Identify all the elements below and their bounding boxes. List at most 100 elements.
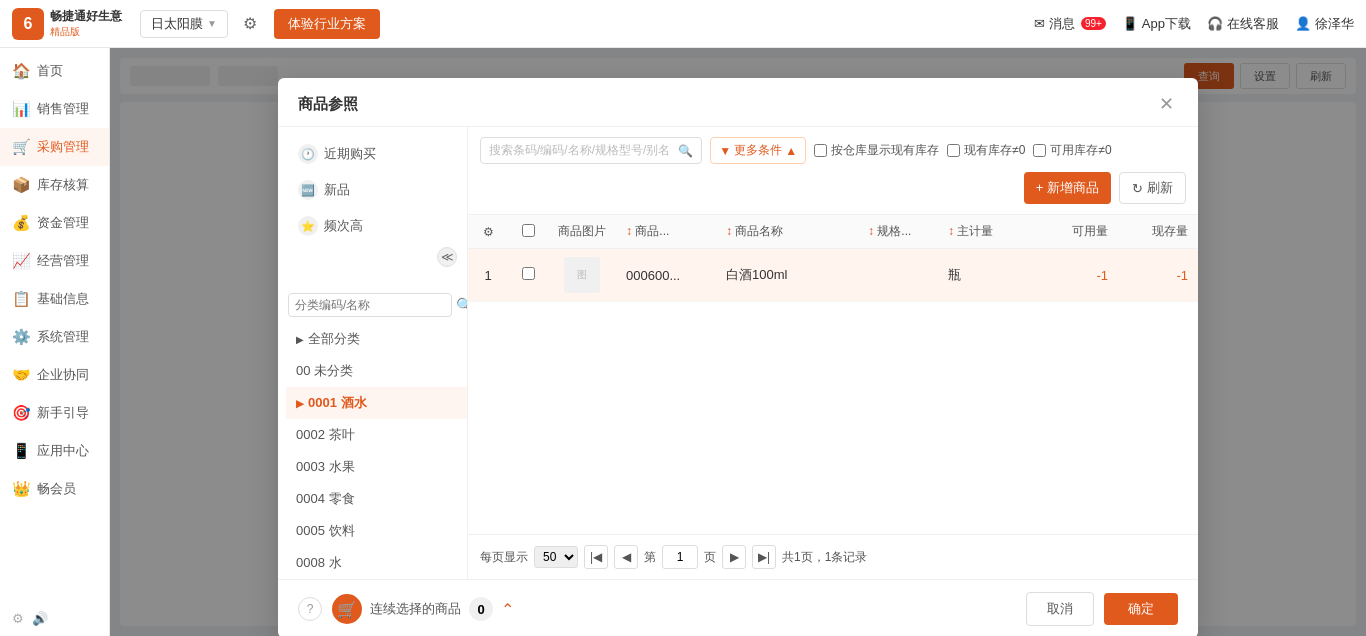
filter-tab-new[interactable]: 🆕 新品: [288, 173, 457, 207]
collapse-footer-icon[interactable]: ⌃: [501, 600, 514, 619]
cat-item-all[interactable]: ▶ 全部分类: [286, 323, 467, 355]
usable-stock-checkbox[interactable]: [1033, 144, 1046, 157]
product-table-wrap: ⚙ 商品图片: [468, 215, 1198, 534]
settings-icon[interactable]: ⚙: [234, 8, 266, 40]
row-img-cell: 图: [548, 249, 616, 302]
sidebar-item-guide[interactable]: 🎯 新手引导: [0, 394, 109, 432]
cat-item-0008[interactable]: 0008 水: [286, 547, 467, 579]
product-search-bar[interactable]: 搜索条码/编码/名称/规格型号/别名 🔍: [480, 137, 702, 164]
modal-close-button[interactable]: ✕: [1154, 92, 1178, 116]
basic-info-icon: 📋: [12, 290, 31, 308]
gear-icon[interactable]: ⚙: [483, 225, 494, 239]
filter-tab-recent[interactable]: 🕐 近期购买: [288, 137, 457, 171]
row-num: 1: [468, 249, 508, 302]
table-body: 1 图 000600... 白酒100ml: [468, 249, 1198, 302]
pagination: 每页显示 50 |◀ ◀ 第 页 ▶ ▶| 共1页，1条记录: [468, 534, 1198, 579]
trial-btn[interactable]: 体验行业方案: [274, 9, 380, 39]
store-selector[interactable]: 日太阳膜 ▼: [140, 10, 228, 38]
modal-title: 商品参照: [298, 95, 358, 114]
cat-item-0003[interactable]: 0003 水果: [286, 451, 467, 483]
nav-app-download[interactable]: 📱 App下载: [1122, 15, 1191, 33]
page-label: 第: [644, 549, 656, 566]
sidebar-item-basic-info[interactable]: 📋 基础信息: [0, 280, 109, 318]
refresh-button[interactable]: ↻ 刷新: [1119, 172, 1186, 204]
sidebar-item-apps[interactable]: 📱 应用中心: [0, 432, 109, 470]
filter-icon: ▼: [719, 144, 731, 158]
help-icon[interactable]: ?: [298, 597, 322, 621]
has-stock-checkbox[interactable]: [947, 144, 960, 157]
usable-stock-checkbox-label[interactable]: 可用库存≠0: [1033, 142, 1111, 159]
prev-page-btn[interactable]: ◀: [614, 545, 638, 569]
select-all-checkbox[interactable]: [522, 224, 535, 237]
th-name: ↕ 商品名称: [716, 215, 858, 249]
sidebar-bottom: ⚙ 🔊: [0, 601, 109, 636]
sidebar-item-collaboration[interactable]: 🤝 企业协同: [0, 356, 109, 394]
row-checkbox-cell: [508, 249, 548, 302]
search-placeholder-text: 搜索条码/编码/名称/规格型号/别名: [489, 142, 670, 159]
product-image: 图: [564, 257, 600, 293]
filter-tab-frequent[interactable]: ⭐ 频次高: [288, 209, 457, 243]
cat-item-0001[interactable]: ▶ 0001 酒水: [286, 387, 467, 419]
apps-icon: 📱: [12, 442, 31, 460]
page-input[interactable]: [662, 545, 698, 569]
sidebar-item-member[interactable]: 👑 畅会员: [0, 470, 109, 508]
purchase-icon: 🛒: [12, 138, 31, 156]
add-product-button[interactable]: + 新增商品: [1024, 172, 1111, 204]
logo-icon: 6: [12, 8, 44, 40]
cancel-button[interactable]: 取消: [1026, 592, 1094, 626]
modal-overlay: 商品参照 ✕ 🕐 近期购买 🆕: [110, 48, 1366, 636]
row-name: 白酒100ml: [716, 249, 858, 302]
sort-icon: ↕: [626, 224, 632, 238]
row-spec: [858, 249, 938, 302]
sidebar-item-purchase[interactable]: 🛒 采购管理: [0, 128, 109, 166]
sidebar-item-home[interactable]: 🏠 首页: [0, 52, 109, 90]
has-stock-checkbox-label[interactable]: 现有库存≠0: [947, 142, 1025, 159]
inventory-icon: 📦: [12, 176, 31, 194]
layout: 🏠 首页 📊 销售管理 🛒 采购管理 📦 库存核算 💰 资金管理 📈 经营管理 …: [0, 48, 1366, 636]
logo-area: 6 畅捷通好生意 精品版: [12, 8, 132, 40]
nav-messages[interactable]: ✉ 消息 99+: [1034, 15, 1106, 33]
sidebar-item-system[interactable]: ⚙️ 系统管理: [0, 318, 109, 356]
sidebar-item-inventory[interactable]: 📦 库存核算: [0, 166, 109, 204]
sidebar-item-sales[interactable]: 📊 销售管理: [0, 90, 109, 128]
row-unit: 瓶: [938, 249, 1018, 302]
nav-customer-service[interactable]: 🎧 在线客服: [1207, 15, 1279, 33]
sidebar-item-finance[interactable]: 💰 资金管理: [0, 204, 109, 242]
sidebar-item-operations[interactable]: 📈 经营管理: [0, 242, 109, 280]
by-warehouse-checkbox[interactable]: [814, 144, 827, 157]
filter-panel: 🕐 近期购买 🆕 新品 ⭐ 频次高: [278, 127, 468, 579]
filter-more-btn[interactable]: ▼ 更多条件 ▲: [710, 137, 806, 164]
confirm-button[interactable]: 确定: [1104, 593, 1178, 625]
collab-icon: 🤝: [12, 366, 31, 384]
next-page-btn[interactable]: ▶: [722, 545, 746, 569]
last-page-btn[interactable]: ▶|: [752, 545, 776, 569]
cat-search-row: 🔍: [278, 287, 467, 323]
cat-search-input[interactable]: [288, 293, 452, 317]
nav-right: ✉ 消息 99+ 📱 App下载 🎧 在线客服 👤 徐泽华: [1034, 15, 1354, 33]
toolbar-right: + 新增商品 ↻ 刷新: [1024, 172, 1186, 204]
first-page-btn[interactable]: |◀: [584, 545, 608, 569]
cat-search-icon[interactable]: 🔍: [456, 297, 468, 313]
cat-item-0002[interactable]: 0002 茶叶: [286, 419, 467, 451]
product-lookup-modal: 商品参照 ✕ 🕐 近期购买 🆕: [278, 78, 1198, 636]
search-icon[interactable]: 🔍: [678, 144, 693, 158]
cat-item-0005[interactable]: 0005 饮料: [286, 515, 467, 547]
collapse-panel-button[interactable]: ≪: [437, 247, 457, 267]
cat-item-00[interactable]: 00 未分类: [286, 355, 467, 387]
volume-icon[interactable]: 🔊: [32, 611, 48, 626]
guide-icon: 🎯: [12, 404, 31, 422]
table-row[interactable]: 1 图 000600... 白酒100ml: [468, 249, 1198, 302]
cat-arrow-all: ▶: [296, 334, 304, 345]
cat-item-0004[interactable]: 0004 零食: [286, 483, 467, 515]
sort-icon3: ↕: [868, 224, 874, 238]
home-icon: 🏠: [12, 62, 31, 80]
th-code: ↕ 商品...: [616, 215, 716, 249]
by-warehouse-checkbox-label[interactable]: 按仓库显示现有库存: [814, 142, 939, 159]
page-size-select[interactable]: 50: [534, 546, 578, 568]
nav-user[interactable]: 👤 徐泽华: [1295, 15, 1354, 33]
phone-icon: 📱: [1122, 16, 1138, 31]
th-avail: 可用量: [1018, 215, 1118, 249]
sort-icon2: ↕: [726, 224, 732, 238]
settings-bottom-icon[interactable]: ⚙: [12, 611, 24, 626]
row-checkbox[interactable]: [522, 267, 535, 280]
